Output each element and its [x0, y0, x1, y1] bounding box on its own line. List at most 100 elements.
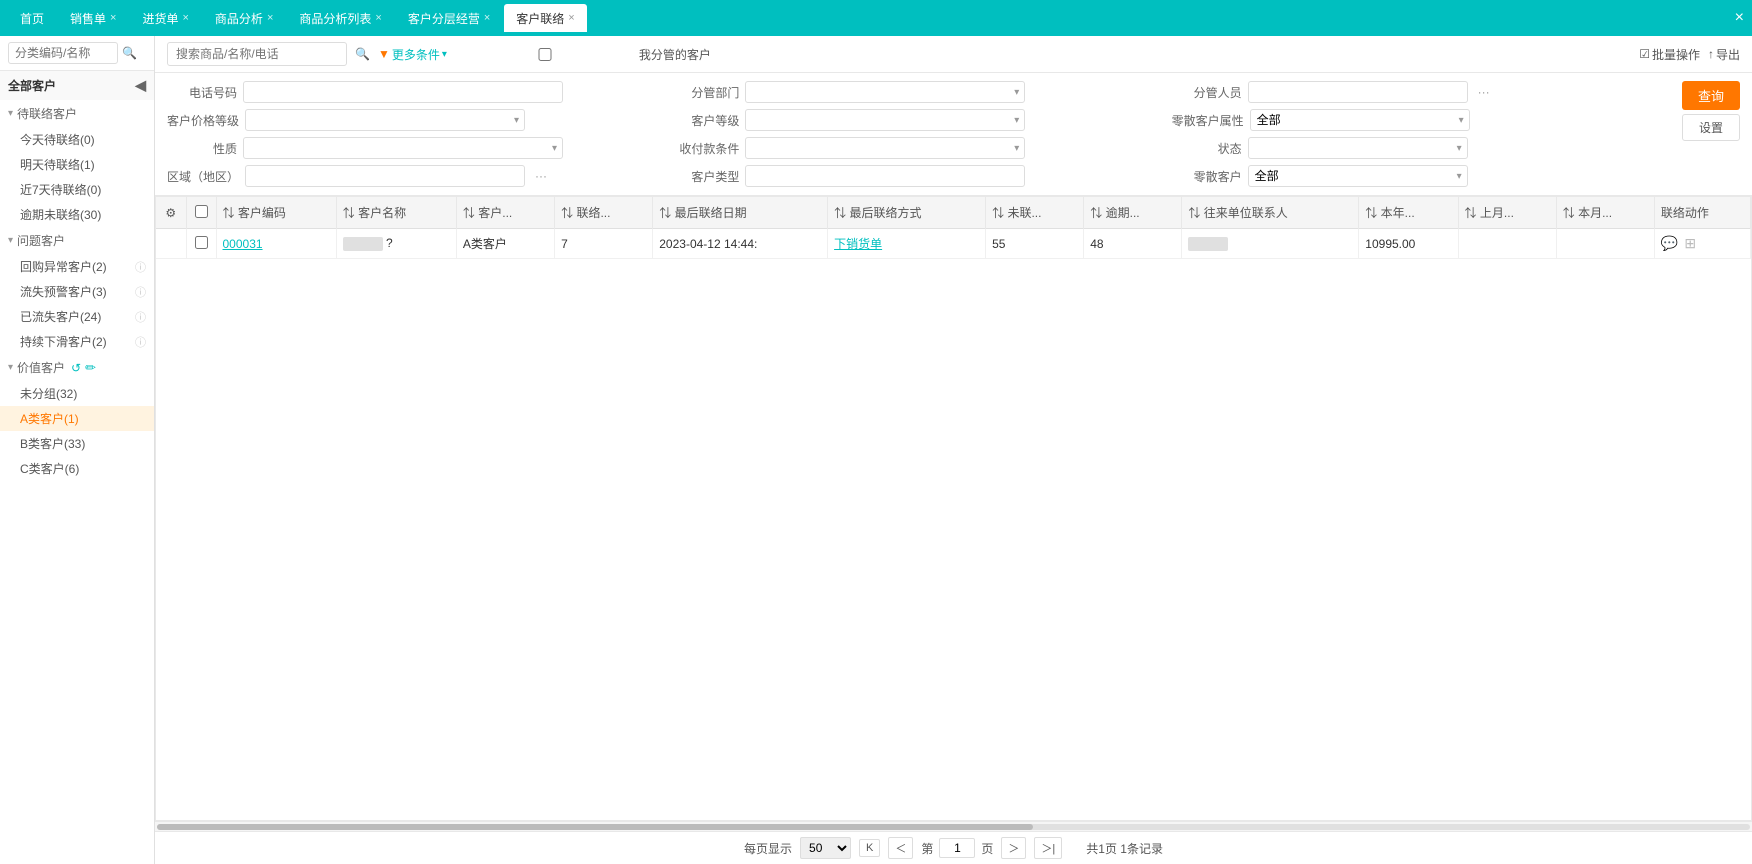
tab-customer-layer[interactable]: 客户分层经营 ×	[396, 4, 502, 32]
sidebar-item-churned[interactable]: 已流失客户(24) ⓘ	[0, 304, 154, 329]
tab-purchase-close[interactable]: ×	[182, 12, 188, 24]
retail-customer-select[interactable]: 全部	[1248, 165, 1468, 187]
tab-customer-contact-close[interactable]: ×	[568, 12, 574, 24]
abnormal-info-icon[interactable]: ⓘ	[135, 259, 146, 275]
sort-overdue-icon[interactable]: ⇅	[1090, 206, 1102, 220]
scrollbar-track[interactable]	[157, 824, 1750, 830]
tab-home[interactable]: 首页	[8, 4, 56, 32]
churning-info-icon[interactable]: ⓘ	[135, 284, 146, 300]
sidebar-item-7days[interactable]: 近7天待联络(0)	[0, 177, 154, 202]
tab-purchase-label: 进货单	[142, 10, 178, 27]
next-page-btn[interactable]: ＞	[1001, 837, 1026, 859]
query-btn[interactable]: 查询	[1682, 81, 1740, 110]
staff-input[interactable]	[1248, 81, 1468, 103]
horizontal-scrollbar[interactable]	[155, 821, 1752, 831]
sidebar-search-input[interactable]	[8, 42, 118, 64]
my-customers-checkbox[interactable]	[455, 48, 635, 61]
more-filters-btn[interactable]: ▼ 更多条件 ▾	[378, 46, 447, 63]
batch-op-btn[interactable]: ☑ 批量操作	[1639, 46, 1700, 63]
scrollbar-thumb[interactable]	[157, 824, 1033, 830]
customer-type-input[interactable]	[745, 165, 1025, 187]
price-grade-select[interactable]	[245, 109, 525, 131]
th-gear[interactable]: ⚙	[156, 197, 186, 229]
problem-group-label: 问题客户	[17, 232, 65, 249]
region-input[interactable]	[245, 165, 525, 187]
region-dots-icon[interactable]: ···	[531, 169, 551, 183]
sidebar-group-value[interactable]: ▾ 价值客户 ↺ ✏	[0, 354, 154, 381]
export-btn[interactable]: ↑ 导出	[1708, 46, 1740, 63]
sort-code-icon[interactable]: ⇅	[223, 206, 235, 220]
declining-info-icon[interactable]: ⓘ	[135, 334, 146, 350]
sidebar-item-b-class[interactable]: B类客户(33)	[0, 431, 154, 456]
page-suffix: 页	[981, 840, 993, 857]
sidebar-item-overdue[interactable]: 逾期未联络(30)	[0, 202, 154, 227]
tab-purchase[interactable]: 进货单 ×	[130, 4, 200, 32]
tab-sales-close[interactable]: ×	[110, 12, 116, 24]
sort-nocontact-icon[interactable]: ⇅	[992, 206, 1004, 220]
settings-btn[interactable]: 设置	[1682, 114, 1740, 141]
tab-goods-analysis-close[interactable]: ×	[267, 12, 273, 24]
pay-select[interactable]	[745, 137, 1025, 159]
sidebar-item-declining[interactable]: 持续下滑客户(2) ⓘ	[0, 329, 154, 354]
search-btn[interactable]: 🔍	[355, 47, 370, 61]
status-select[interactable]	[1248, 137, 1468, 159]
sidebar-collapse-icon[interactable]: ◀	[135, 77, 146, 94]
filter-retail-customer: 零散客户 全部	[1172, 165, 1674, 187]
row-checkbox[interactable]	[195, 236, 208, 249]
sort-tmonth-icon[interactable]: ⇅	[1563, 206, 1575, 220]
nature-select[interactable]	[243, 137, 563, 159]
sort-count-icon[interactable]: ⇅	[561, 206, 573, 220]
sidebar-item-churning[interactable]: 流失预警客户(3) ⓘ	[0, 279, 154, 304]
chat-icon[interactable]: 💬	[1661, 235, 1678, 252]
customer-grade-select[interactable]	[745, 109, 1025, 131]
refresh-icon[interactable]: ↺	[71, 361, 81, 375]
tab-goods-analysis[interactable]: 商品分析 ×	[203, 4, 285, 32]
pending-arrow-icon: ▾	[8, 108, 13, 119]
first-page-btn[interactable]: K	[859, 839, 880, 857]
sort-year-icon[interactable]: ⇅	[1365, 206, 1377, 220]
tab-sales[interactable]: 销售单 ×	[58, 4, 128, 32]
sidebar-item-a-class[interactable]: A类客户(1)	[0, 406, 154, 431]
sort-method-icon[interactable]: ⇅	[834, 206, 846, 220]
tab-customer-layer-close[interactable]: ×	[484, 12, 490, 24]
tab-goods-list-close[interactable]: ×	[375, 12, 381, 24]
per-page-select[interactable]: 50 100 200	[800, 837, 851, 859]
dept-select[interactable]	[745, 81, 1025, 103]
sort-company-icon[interactable]: ⇅	[1188, 206, 1200, 220]
sidebar-item-today[interactable]: 今天待联络(0)	[0, 127, 154, 152]
search-input[interactable]	[167, 42, 347, 66]
row-code-value[interactable]: 000031	[223, 237, 263, 251]
edit-icon[interactable]: ✏	[85, 360, 96, 376]
sort-date-icon[interactable]: ⇅	[659, 206, 671, 220]
grid-icon[interactable]: ⊞	[1684, 235, 1696, 252]
select-all-checkbox[interactable]	[195, 205, 208, 218]
sort-name-icon[interactable]: ⇅	[343, 206, 355, 220]
filter-nature: 性质	[167, 137, 669, 159]
sidebar-group-pending[interactable]: ▾ 待联络客户	[0, 100, 154, 127]
sidebar-item-c-class[interactable]: C类客户(6)	[0, 456, 154, 481]
sidebar-item-abnormal[interactable]: 回购异常客户(2) ⓘ	[0, 254, 154, 279]
prev-page-btn[interactable]: ＜	[888, 837, 913, 859]
sidebar-search-icon[interactable]: 🔍	[122, 46, 137, 60]
tab-customer-contact[interactable]: 客户联络 ×	[504, 4, 586, 32]
sidebar-item-tomorrow[interactable]: 明天待联络(1)	[0, 152, 154, 177]
my-customers-filter[interactable]: 我分管的客户	[455, 46, 711, 63]
sidebar-group-problem[interactable]: ▾ 问题客户	[0, 227, 154, 254]
th-checkbox[interactable]	[186, 197, 216, 229]
churned-info-icon[interactable]: ⓘ	[135, 309, 146, 325]
last-page-btn[interactable]: ＞|	[1034, 837, 1062, 859]
retail-attr-select[interactable]: 全部	[1250, 109, 1470, 131]
all-customers-label: 全部客户	[8, 77, 56, 94]
page-number-input[interactable]	[939, 838, 975, 858]
retail-customer-label: 零散客户	[1172, 168, 1242, 185]
sidebar-item-ungroup[interactable]: 未分组(32)	[0, 381, 154, 406]
filter-customer-grade: 客户等级	[669, 109, 1171, 131]
window-close-btn[interactable]: ×	[1735, 9, 1744, 27]
last-method-link[interactable]: 下销货单	[834, 237, 882, 251]
phone-input[interactable]	[243, 81, 563, 103]
sort-grade-icon[interactable]: ⇅	[463, 206, 475, 220]
sort-lmonth-icon[interactable]: ⇅	[1465, 206, 1477, 220]
tab-goods-list-label: 商品分析列表	[299, 10, 371, 27]
staff-dots-icon[interactable]: ···	[1474, 85, 1494, 99]
tab-goods-list[interactable]: 商品分析列表 ×	[287, 4, 393, 32]
